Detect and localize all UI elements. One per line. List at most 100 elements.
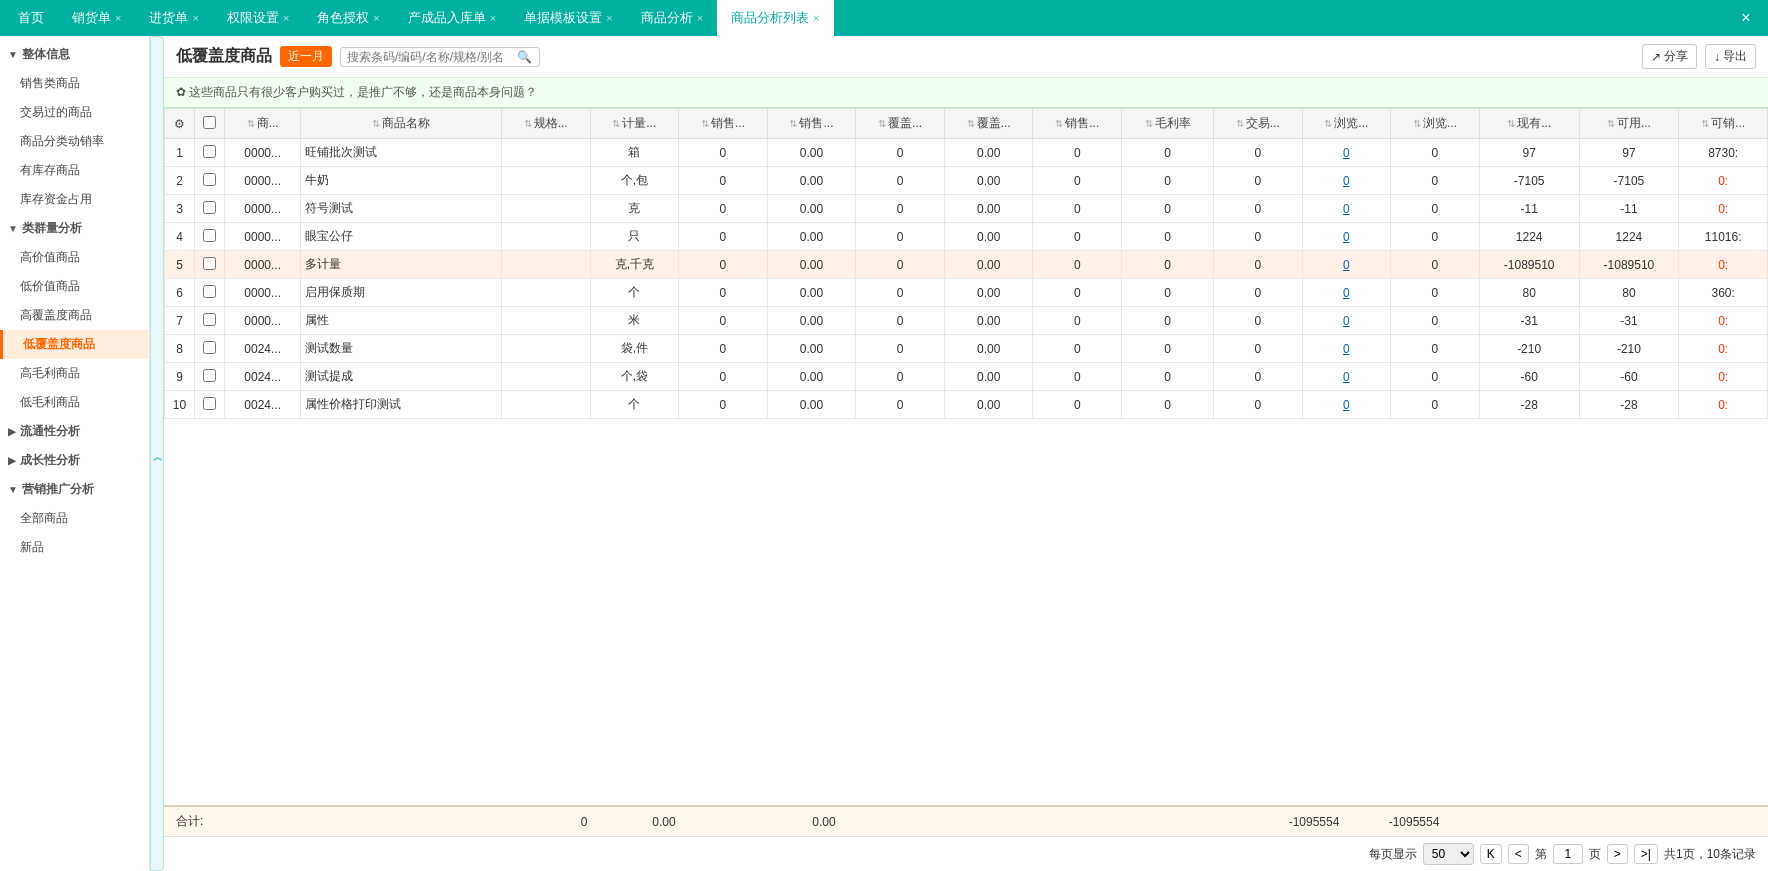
settings-icon[interactable]: ⚙ [174, 117, 185, 131]
nav-template-close[interactable]: × [606, 12, 612, 24]
sidebar-item-capital[interactable]: 库存资金占用 [0, 185, 149, 214]
select-all-checkbox[interactable] [203, 116, 216, 129]
cell-checkbox[interactable] [195, 363, 225, 391]
nav-sales-close[interactable]: × [115, 12, 121, 24]
nav-purchase-close[interactable]: × [192, 12, 198, 24]
nav-roles-close[interactable]: × [373, 12, 379, 24]
cell-view1[interactable]: 0 [1302, 139, 1391, 167]
sidebar-collapse-button[interactable]: 《 [150, 36, 164, 871]
cell-view1[interactable]: 0 [1302, 335, 1391, 363]
section-arrow-growth: ▶ [8, 455, 16, 466]
col-checkbox[interactable] [195, 109, 225, 139]
cell-checkbox[interactable] [195, 335, 225, 363]
cell-sales-amt: 0.00 [767, 195, 856, 223]
sidebar-item-category-rate[interactable]: 商品分类动销率 [0, 127, 149, 156]
cell-view1[interactable]: 0 [1302, 251, 1391, 279]
sidebar-section-overview[interactable]: ▼ 整体信息 [0, 40, 149, 69]
row-checkbox[interactable] [203, 173, 216, 186]
row-checkbox[interactable] [203, 341, 216, 354]
sidebar-item-high-value[interactable]: 高价值商品 [0, 243, 149, 272]
cell-view1[interactable]: 0 [1302, 279, 1391, 307]
nav-product-analysis-list[interactable]: 商品分析列表 × [717, 0, 833, 36]
cell-view1[interactable]: 0 [1302, 363, 1391, 391]
sidebar-item-sales-goods[interactable]: 销售类商品 [0, 69, 149, 98]
nav-product-analysis-list-close[interactable]: × [813, 12, 819, 24]
cell-sales-amt: 0.00 [767, 167, 856, 195]
cell-view1[interactable]: 0 [1302, 223, 1391, 251]
cell-checkbox[interactable] [195, 139, 225, 167]
nav-finished-goods[interactable]: 产成品入库单 × [394, 0, 510, 36]
nav-product-analysis-close[interactable]: × [697, 12, 703, 24]
cell-name: 属性价格打印测试 [301, 391, 502, 419]
cell-view1[interactable]: 0 [1302, 391, 1391, 419]
cell-trade: 0 [1213, 195, 1302, 223]
sidebar-item-all-goods[interactable]: 全部商品 [0, 504, 149, 533]
cell-sales-amt: 0.00 [767, 223, 856, 251]
nav-template-settings[interactable]: 单据模板设置 × [510, 0, 626, 36]
cell-view1[interactable]: 0 [1302, 167, 1391, 195]
nav-sales[interactable]: 销货单 × [58, 0, 135, 36]
cell-num: 9 [165, 363, 195, 391]
row-checkbox[interactable] [203, 201, 216, 214]
cell-num: 8 [165, 335, 195, 363]
cell-checkbox[interactable] [195, 223, 225, 251]
page-number-input[interactable] [1553, 844, 1583, 864]
sidebar-item-traded-goods[interactable]: 交易过的商品 [0, 98, 149, 127]
row-checkbox[interactable] [203, 285, 216, 298]
row-checkbox[interactable] [203, 397, 216, 410]
cell-saleable: 360: [1679, 279, 1768, 307]
col-settings[interactable]: ⚙ [165, 109, 195, 139]
table-wrapper[interactable]: ⚙ ⇅商... ⇅商品名称 ⇅规格... ⇅计量... ⇅销售... ⇅销售..… [164, 108, 1768, 805]
cell-checkbox[interactable] [195, 195, 225, 223]
cell-name: 多计量 [301, 251, 502, 279]
sidebar-item-high-coverage[interactable]: 高覆盖度商品 [0, 301, 149, 330]
sidebar-item-high-margin[interactable]: 高毛利商品 [0, 359, 149, 388]
cell-trade: 0 [1213, 251, 1302, 279]
row-checkbox[interactable] [203, 145, 216, 158]
sidebar-item-new-goods[interactable]: 新品 [0, 533, 149, 562]
sidebar-item-low-margin[interactable]: 低毛利商品 [0, 388, 149, 417]
nav-product-analysis[interactable]: 商品分析 × [627, 0, 717, 36]
nav-permissions[interactable]: 权限设置 × [213, 0, 303, 36]
cell-spec [501, 279, 590, 307]
nav-permissions-close[interactable]: × [283, 12, 289, 24]
sidebar-section-marketing[interactable]: ▼ 营销推广分析 [0, 475, 149, 504]
cell-view1[interactable]: 0 [1302, 307, 1391, 335]
cell-spec [501, 363, 590, 391]
search-input[interactable] [347, 50, 517, 64]
footer-values: 0 0.00 0.00 -1095554 -1095554 [544, 815, 1768, 829]
share-button[interactable]: ↗ 分享 [1642, 44, 1697, 69]
window-close-button[interactable]: × [1728, 0, 1764, 36]
sidebar-item-in-stock[interactable]: 有库存商品 [0, 156, 149, 185]
search-icon[interactable]: 🔍 [517, 50, 532, 64]
cell-checkbox[interactable] [195, 307, 225, 335]
content-area: 低覆盖度商品 近一月 🔍 ↗ 分享 ↓ 导出 ✿ 这些商品只有很少客户购买过，是… [164, 36, 1768, 871]
sidebar-item-low-value[interactable]: 低价值商品 [0, 272, 149, 301]
nav-home[interactable]: 首页 [4, 0, 58, 36]
sidebar-section-cluster[interactable]: ▼ 类群量分析 [0, 214, 149, 243]
next-page-button[interactable]: > [1607, 844, 1628, 864]
table-row: 3 0000... 符号测试 克 0 0.00 0 0.00 0 0 0 0 0… [165, 195, 1768, 223]
cell-view1[interactable]: 0 [1302, 195, 1391, 223]
page-size-select[interactable]: 50 100 200 [1423, 843, 1474, 865]
sidebar-section-growth[interactable]: ▶ 成长性分析 [0, 446, 149, 475]
row-checkbox[interactable] [203, 313, 216, 326]
nav-roles[interactable]: 角色授权 × [303, 0, 393, 36]
row-checkbox[interactable] [203, 229, 216, 242]
nav-finished-goods-close[interactable]: × [490, 12, 496, 24]
first-page-button[interactable]: K [1480, 844, 1502, 864]
last-page-button[interactable]: >| [1634, 844, 1658, 864]
sidebar-item-low-coverage[interactable]: 低覆盖度商品 [0, 330, 149, 359]
period-button[interactable]: 近一月 [280, 46, 332, 67]
nav-purchase[interactable]: 进货单 × [135, 0, 212, 36]
row-checkbox[interactable] [203, 369, 216, 382]
cell-checkbox[interactable] [195, 251, 225, 279]
prev-page-button[interactable]: < [1508, 844, 1529, 864]
cell-checkbox[interactable] [195, 279, 225, 307]
cell-sales-amt: 0.00 [767, 139, 856, 167]
cell-checkbox[interactable] [195, 167, 225, 195]
row-checkbox[interactable] [203, 257, 216, 270]
cell-checkbox[interactable] [195, 391, 225, 419]
sidebar-section-liquidity[interactable]: ▶ 流通性分析 [0, 417, 149, 446]
export-button[interactable]: ↓ 导出 [1705, 44, 1756, 69]
